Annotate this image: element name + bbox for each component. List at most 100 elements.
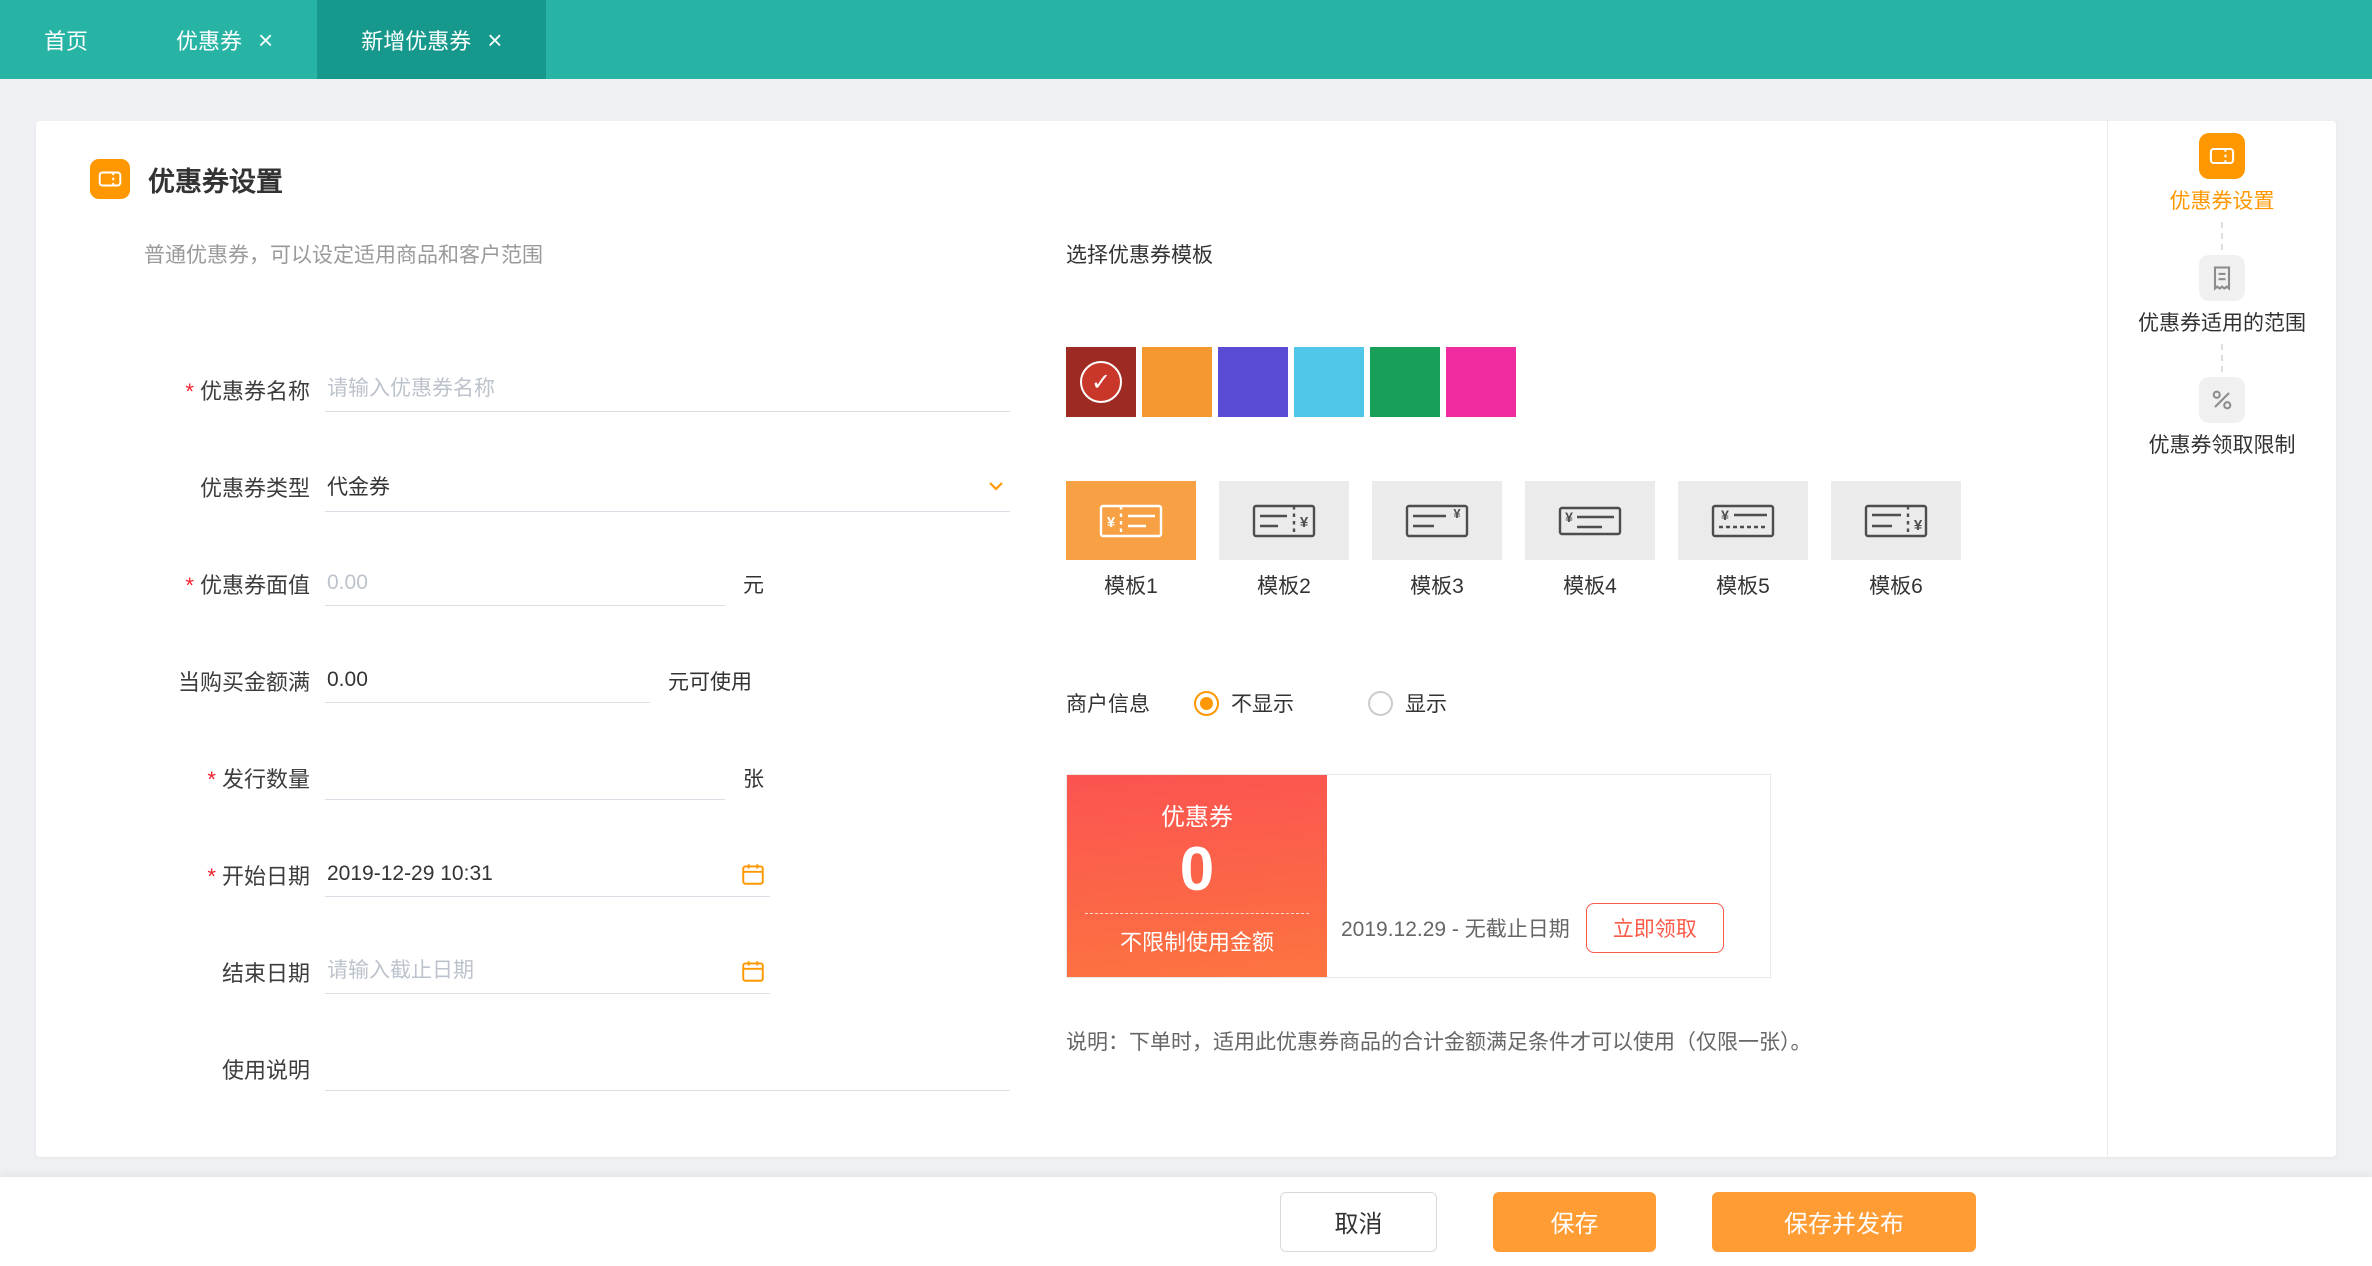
cancel-button[interactable]: 取消 [1280, 1191, 1437, 1252]
template-label: 模板6 [1869, 575, 1923, 598]
step-claim-limit[interactable]: 优惠券领取限制 [2149, 377, 2296, 461]
chevron-down-icon [984, 474, 1008, 498]
tab-coupon-list[interactable]: 优惠券 × [132, 0, 317, 79]
preview-limit-text: 不限制使用金额 [1119, 930, 1274, 956]
color-swatch-2[interactable] [1142, 347, 1212, 417]
coupon-ticket-icon: ¥ [1525, 481, 1655, 560]
required-mark: * [207, 863, 216, 889]
form-fields: *优惠券名称 优惠券类型 代金券 [90, 341, 1010, 1117]
form-subtitle: 普通优惠券，可以设定适用商品和客户范围 [144, 244, 543, 267]
merchant-info-show-option[interactable]: 显示 [1368, 688, 1447, 718]
min-purchase-input[interactable] [325, 658, 650, 703]
coupon-ticket-icon: ¥ [1831, 481, 1961, 560]
field-coupon-name: * 优惠券名称 [90, 341, 1010, 438]
svg-text:¥: ¥ [1914, 517, 1923, 534]
field-issue-count: * 发行数量 张 [90, 729, 1010, 826]
template-option-1[interactable]: ¥ 模板1 [1066, 481, 1196, 602]
color-swatch-4[interactable] [1294, 347, 1364, 417]
start-date-input[interactable] [325, 852, 736, 896]
receipt-icon [2199, 255, 2245, 301]
merchant-info-label: 商户信息 [1066, 693, 1150, 716]
tab-label: 优惠券 [176, 28, 243, 54]
tab-home[interactable]: 首页 [0, 0, 132, 79]
field-label: * 开始日期 [207, 863, 310, 889]
coupon-preview-stub: 优惠券 0 不限制使用金额 [1067, 775, 1327, 977]
calendar-icon[interactable] [740, 861, 766, 887]
template-option-4[interactable]: ¥ 模板4 [1525, 481, 1655, 602]
unit-suffix: 元可使用 [668, 670, 752, 694]
save-button[interactable]: 保存 [1493, 1191, 1656, 1252]
step-coupon-scope[interactable]: 优惠券适用的范围 [2138, 255, 2306, 339]
section-head: 优惠券设置 [90, 159, 2107, 199]
end-date-input[interactable] [325, 949, 736, 993]
required-mark: * [207, 766, 216, 792]
field-face-value: *优惠券面值 元 [90, 535, 1010, 632]
save-and-publish-button[interactable]: 保存并发布 [1712, 1191, 1976, 1252]
color-swatch-3[interactable] [1218, 347, 1288, 417]
svg-text:¥: ¥ [1453, 506, 1461, 521]
svg-text:¥: ¥ [1565, 509, 1573, 525]
field-label: * 发行数量 [207, 766, 310, 792]
color-swatches: ✓ [1066, 347, 2077, 417]
merchant-info-row: 商户信息 不显示 显示 [1066, 688, 2077, 718]
preview-date-range: 2019.12.29 - 无截止日期 [1341, 918, 1570, 941]
coupon-preview-body: 2019.12.29 - 无截止日期 立即领取 [1327, 903, 1770, 977]
claim-button: 立即领取 [1585, 903, 1724, 953]
end-date-picker [325, 949, 770, 994]
color-swatch-5[interactable] [1370, 347, 1440, 417]
coupon-type-select[interactable]: 代金券 [325, 461, 1010, 512]
ticket-icon [2199, 133, 2245, 179]
color-swatch-6[interactable] [1446, 347, 1516, 417]
field-start-date: * 开始日期 [90, 826, 1010, 923]
tab-label: 新增优惠券 [361, 28, 472, 54]
svg-text:¥: ¥ [1300, 514, 1309, 531]
unit-suffix: 元 [743, 573, 764, 597]
template-label: 模板2 [1257, 575, 1311, 598]
issue-count-input[interactable] [325, 755, 725, 800]
template-option-2[interactable]: ¥ 模板2 [1219, 481, 1349, 602]
template-option-3[interactable]: ¥ 模板3 [1372, 481, 1502, 602]
field-label: 优惠券类型 [199, 475, 310, 501]
usage-condition-note: 说明：下单时，适用此优惠券商品的合计金额满足条件才可以使用（仅限一张）。 [1066, 1031, 1812, 1054]
svg-text:¥: ¥ [1107, 514, 1116, 531]
coupon-icon [90, 159, 130, 199]
field-usage-note: 使用说明 [90, 1020, 1010, 1117]
template-option-5[interactable]: ¥ 模板5 [1678, 481, 1808, 602]
svg-text:¥: ¥ [1721, 507, 1729, 523]
field-end-date: 结束日期 [90, 923, 1010, 1020]
close-icon[interactable]: × [487, 27, 502, 53]
main-panel: 优惠券设置 普通优惠券，可以设定适用商品和客户范围 * 优惠券名称 请输入优惠券… [36, 121, 2107, 1157]
merchant-info-hide-option[interactable]: 不显示 [1194, 688, 1294, 718]
color-swatch-1[interactable]: ✓ [1066, 347, 1136, 417]
tab-label: 首页 [44, 28, 89, 54]
coupon-ticket-icon: ¥ [1678, 481, 1808, 560]
action-bar: 取消 保存 保存并发布 [0, 1177, 2372, 1266]
face-value-input[interactable] [325, 561, 725, 606]
radio-label: 不显示 [1231, 693, 1294, 716]
radio-unselected-icon [1368, 690, 1393, 716]
tab-new-coupon[interactable]: 新增优惠券 × [317, 0, 547, 79]
usage-note-input[interactable] [325, 1046, 1010, 1091]
required-mark: * [185, 572, 194, 598]
start-date-picker [325, 852, 770, 897]
template-option-6[interactable]: ¥ 模板6 [1831, 481, 1961, 602]
unit-suffix: 张 [743, 767, 764, 791]
close-icon[interactable]: × [258, 27, 273, 53]
radio-selected-icon [1194, 690, 1219, 716]
preview-divider [1085, 913, 1309, 915]
template-label: 模板5 [1716, 575, 1770, 598]
step-connector [2221, 344, 2223, 372]
coupon-ticket-icon: ¥ [1219, 481, 1349, 560]
template-label: 模板1 [1104, 575, 1158, 598]
body-row: 普通优惠券，可以设定适用商品和客户范围 *优惠券名称 优惠券类型 代金券 [90, 241, 2107, 1117]
calendar-icon[interactable] [740, 958, 766, 984]
template-options: ¥ 模板1 ¥ 模板2 ¥ 模板3 ¥ 模板4 ¥ 模板5 ¥ 模板6 [1066, 481, 2077, 602]
field-label: * 优惠券名称 [185, 378, 310, 404]
top-tab-bar: 首页 优惠券 × 新增优惠券 × [0, 0, 2372, 79]
step-coupon-settings[interactable]: 优惠券设置 [2170, 133, 2275, 217]
template-label: 模板4 [1563, 575, 1617, 598]
step-label: 优惠券领取限制 [2148, 434, 2296, 457]
step-connector [2221, 222, 2223, 250]
template-picker-title: 选择优惠券模板 [1066, 244, 1213, 267]
coupon-name-input[interactable] [325, 367, 1010, 412]
